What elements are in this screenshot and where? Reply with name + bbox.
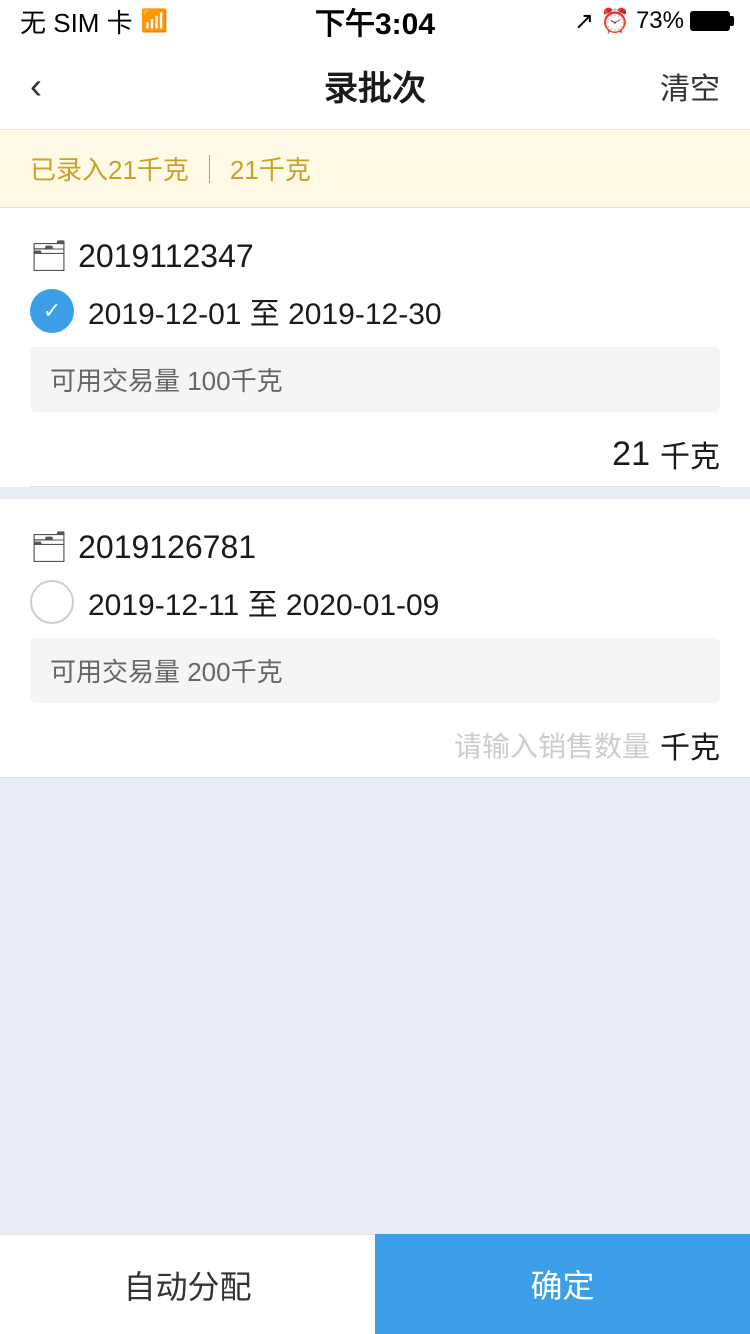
auto-distribute-button[interactable]: 自动分配 [0, 1234, 375, 1334]
batch-available-2: 可用交易量 200千克 [30, 638, 720, 703]
nav-bar: ‹ 录批次 清空 [0, 42, 750, 130]
recorded-text: 已录入21千克 [30, 150, 189, 187]
total-text: 21千克 [230, 150, 311, 187]
quantity-placeholder-2: 请输入销售数量 [30, 725, 650, 765]
status-bar: 无 SIM 卡 📶 下午3:04 ↗ ⏰ 73% [0, 0, 750, 42]
clear-button[interactable]: 清空 [660, 64, 720, 108]
back-button[interactable]: ‹ [30, 65, 42, 107]
bottom-bar: 自动分配 确定 [0, 1234, 750, 1334]
batch-icon-2: 🗂 [30, 530, 68, 565]
carrier-text: 无 SIM 卡 [20, 3, 133, 40]
checkmark-1: ✓ [43, 300, 61, 322]
batch-date-2: 2019-12-11 至 2020-01-09 [88, 580, 439, 624]
status-time: 下午3:04 [315, 0, 435, 43]
select-circle-2[interactable] [30, 580, 74, 624]
batch-unit-1: 千克 [660, 432, 720, 476]
page-title: 录批次 [324, 61, 426, 110]
battery-icon [690, 11, 730, 31]
batch-id-2: 2019126781 [78, 529, 256, 566]
unit-text-2: 千克 [660, 723, 720, 767]
batch-item-1: 🗂 2019112347 ✓ 2019-12-01 至 2019-12-30 可… [0, 208, 750, 487]
status-left: 无 SIM 卡 📶 [20, 3, 168, 40]
batch-id-1: 2019112347 [78, 238, 254, 275]
battery-percent: 73% [636, 7, 684, 35]
location-icon: ↗ [574, 7, 594, 36]
batch-date-1: 2019-12-01 至 2019-12-30 [88, 289, 442, 333]
select-circle-1[interactable]: ✓ [30, 289, 74, 333]
info-banner: 已录入21千克 21千克 [0, 130, 750, 208]
status-right: ↗ ⏰ 73% [574, 7, 730, 36]
batch-item-2: 🗂 2019126781 2019-12-11 至 2020-01-09 可用交… [0, 499, 750, 778]
batch-icon-1: 🗂 [30, 239, 68, 274]
wifi-icon: 📶 [141, 8, 168, 34]
quantity-value-1: 21 [550, 435, 650, 474]
info-divider [209, 155, 210, 183]
quantity-input-area-2[interactable]: 请输入销售数量 千克 [0, 703, 750, 778]
separator-1 [0, 487, 750, 499]
batch-input-row-1: 21 千克 [30, 412, 720, 487]
alarm-icon: ⏰ [600, 7, 630, 36]
batch-available-1: 可用交易量 100千克 [30, 347, 720, 412]
confirm-button[interactable]: 确定 [375, 1234, 750, 1334]
